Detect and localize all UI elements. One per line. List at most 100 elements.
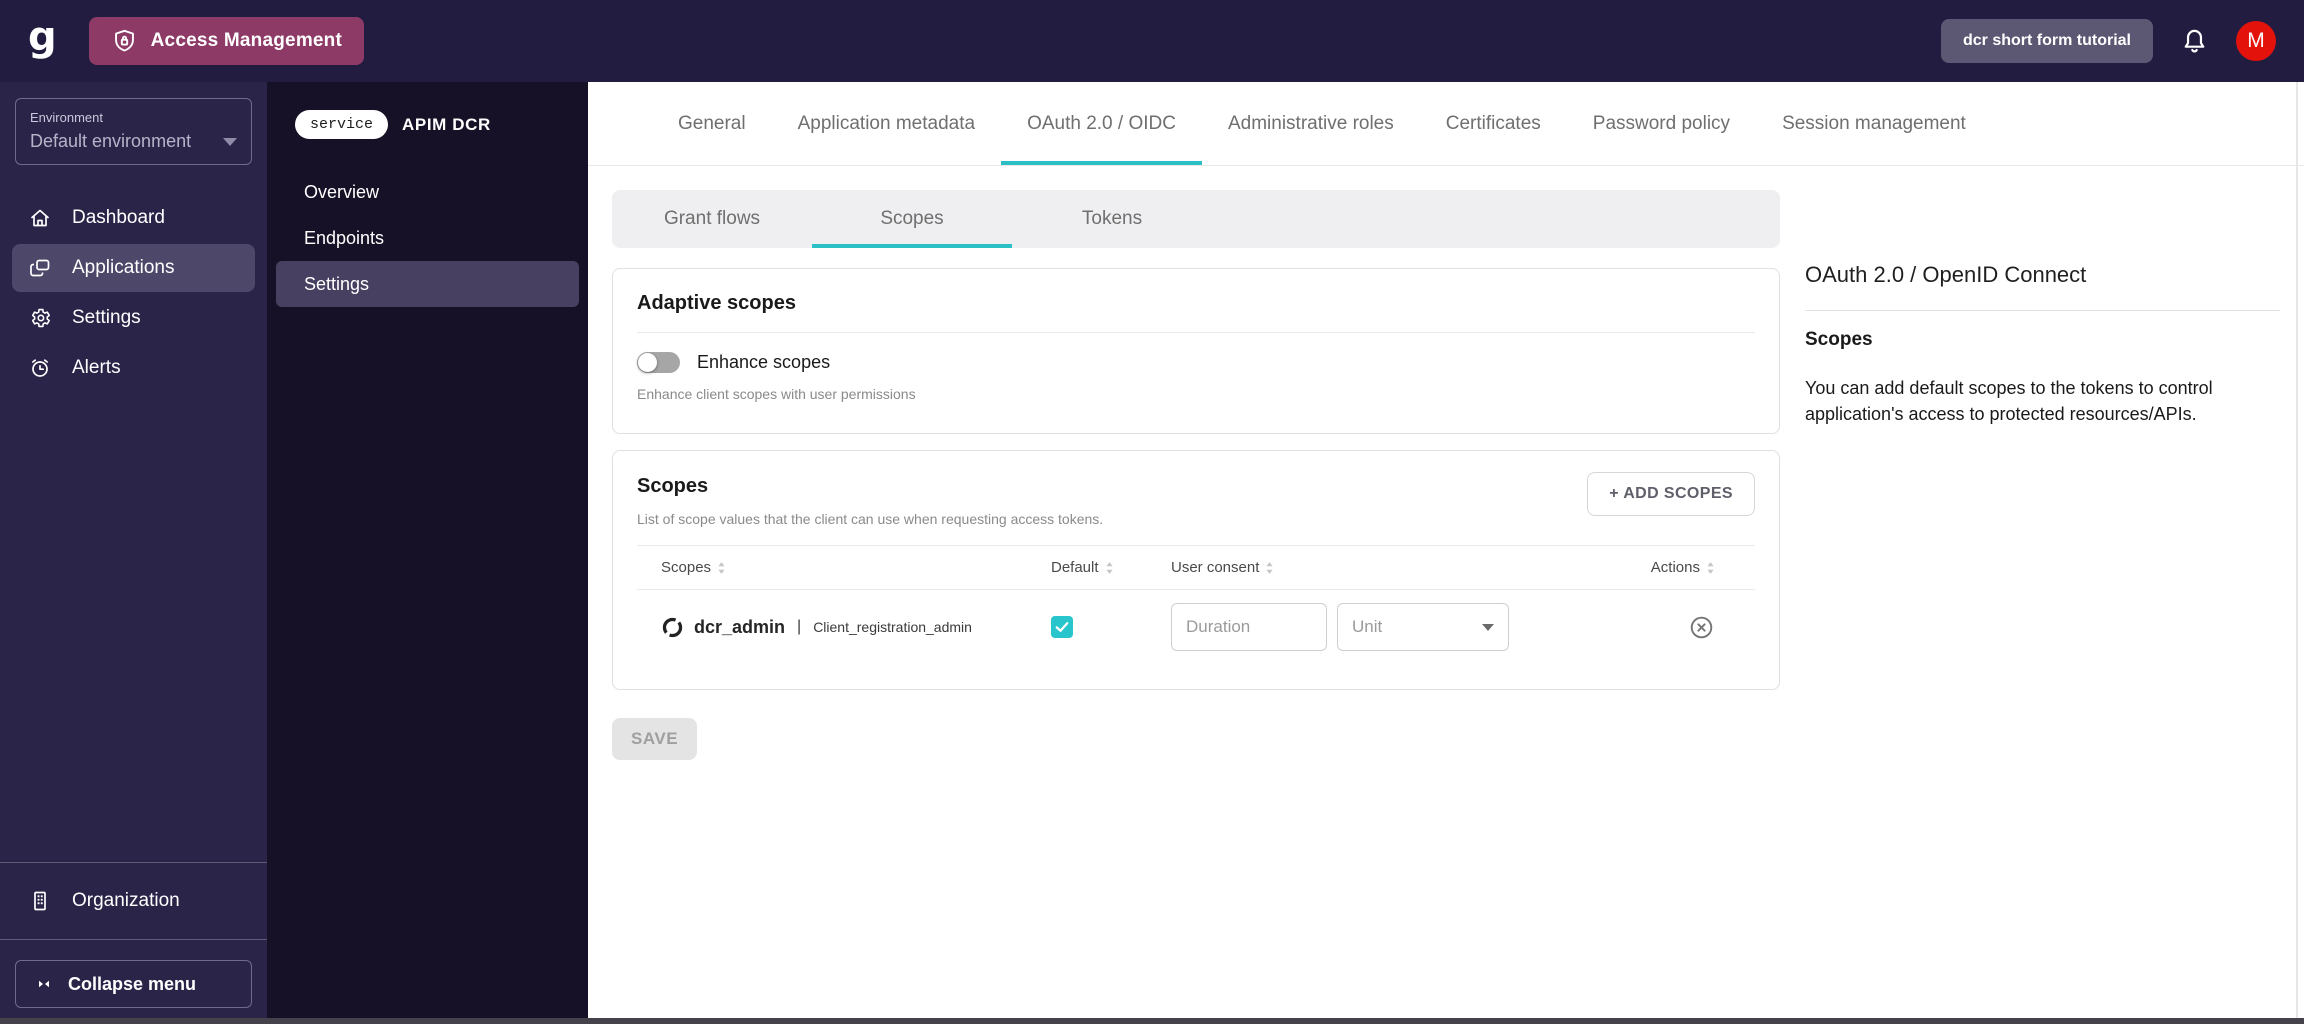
organization-context-button[interactable]: dcr short form tutorial bbox=[1940, 19, 2153, 63]
tab-certificates[interactable]: Certificates bbox=[1420, 82, 1567, 165]
subtab-grant-flows[interactable]: Grant flows bbox=[612, 190, 812, 248]
adaptive-scopes-title: Adaptive scopes bbox=[637, 292, 796, 314]
main-content: General Application metadata OAuth 2.0 /… bbox=[588, 82, 2304, 1024]
column-header-default[interactable]: Default bbox=[1027, 559, 1147, 576]
scope-description: Client_registration_admin bbox=[813, 619, 972, 635]
toggle-knob bbox=[638, 353, 657, 372]
scope-table-row: dcr_admin | Client_registration_admin Du… bbox=[637, 590, 1755, 664]
collapse-icon bbox=[36, 976, 52, 992]
sort-icon bbox=[1706, 561, 1715, 575]
oauth-subtabs: Grant flows Scopes Tokens bbox=[612, 190, 1780, 248]
tab-session-management[interactable]: Session management bbox=[1756, 82, 1992, 165]
sidebar-item-dashboard[interactable]: Dashboard bbox=[12, 194, 255, 242]
tab-general[interactable]: General bbox=[652, 82, 772, 165]
column-header-label: Default bbox=[1051, 559, 1099, 576]
notifications-bell-icon[interactable] bbox=[2179, 26, 2210, 57]
sidebar-item-label: Applications bbox=[72, 257, 175, 278]
home-icon bbox=[28, 206, 52, 230]
gear-icon bbox=[28, 306, 52, 330]
add-scopes-button[interactable]: + ADD SCOPES bbox=[1587, 472, 1755, 516]
column-header-actions[interactable]: Actions bbox=[1597, 559, 1755, 576]
tab-administrative-roles[interactable]: Administrative roles bbox=[1202, 82, 1420, 165]
adaptive-scopes-card: Adaptive scopes Enhance scopes Enhance c… bbox=[612, 268, 1780, 434]
access-management-app: g Access Management dcr short form tutor… bbox=[0, 0, 2304, 1024]
appnav-item-settings[interactable]: Settings bbox=[276, 261, 579, 307]
help-panel-heading: Scopes bbox=[1805, 329, 1873, 350]
collapse-menu-label: Collapse menu bbox=[68, 973, 197, 994]
sort-icon bbox=[717, 561, 726, 575]
chevron-down-icon bbox=[223, 137, 237, 146]
subtab-tokens[interactable]: Tokens bbox=[1012, 190, 1212, 248]
help-panel: OAuth 2.0 / OpenID Connect Scopes You ca… bbox=[1805, 262, 2280, 427]
scope-separator: | bbox=[797, 618, 802, 635]
bottom-page-edge bbox=[0, 1018, 2304, 1024]
scopes-table: Scopes Default User consent Actions dcr_… bbox=[637, 546, 1755, 664]
save-button[interactable]: SAVE bbox=[612, 718, 698, 760]
enhance-scopes-toggle[interactable] bbox=[637, 352, 680, 373]
applications-icon bbox=[28, 256, 52, 280]
help-panel-body: You can add default scopes to the tokens… bbox=[1805, 378, 2213, 425]
default-cell bbox=[1027, 616, 1147, 638]
tab-application-metadata[interactable]: Application metadata bbox=[772, 82, 1001, 165]
settings-tabs: General Application metadata OAuth 2.0 /… bbox=[588, 82, 2304, 166]
appnav-item-endpoints[interactable]: Endpoints bbox=[276, 215, 579, 261]
right-edge-divider bbox=[2296, 82, 2298, 1018]
unit-select-value: Unit bbox=[1352, 617, 1383, 636]
column-header-label: Actions bbox=[1650, 559, 1700, 576]
appnav-item-overview[interactable]: Overview bbox=[276, 169, 579, 215]
shield-lock-icon bbox=[111, 28, 138, 55]
application-header: service APIM DCR bbox=[267, 110, 588, 139]
sidebar-divider bbox=[0, 862, 267, 863]
gravitee-logo[interactable]: g bbox=[28, 17, 57, 57]
application-type-chip: service bbox=[295, 110, 389, 139]
duration-input[interactable] bbox=[1171, 603, 1327, 651]
column-header-scopes[interactable]: Scopes bbox=[637, 559, 1027, 576]
building-icon bbox=[28, 889, 52, 913]
scopes-title: Scopes bbox=[637, 475, 709, 497]
unit-select[interactable]: Unit bbox=[1337, 603, 1509, 651]
adaptive-scopes-description: Enhance client scopes with user permissi… bbox=[637, 386, 916, 402]
scopes-card: Scopes List of scope values that the cli… bbox=[612, 450, 1780, 690]
column-header-label: Scopes bbox=[661, 559, 712, 576]
environment-selector[interactable]: Environment Default environment bbox=[15, 98, 252, 165]
scope-name: dcr_admin bbox=[694, 616, 786, 637]
topbar-right: dcr short form tutorial M bbox=[1940, 19, 2276, 63]
sort-icon bbox=[1265, 561, 1274, 575]
primary-sidebar: Environment Default environment Dashboar… bbox=[0, 82, 267, 1024]
scope-cell: dcr_admin | Client_registration_admin bbox=[637, 616, 1027, 639]
tab-oauth-oidc[interactable]: OAuth 2.0 / OIDC bbox=[1001, 82, 1202, 165]
scopes-description: List of scope values that the client can… bbox=[637, 511, 1104, 527]
sidebar-item-label: Settings bbox=[72, 307, 141, 328]
default-checkbox[interactable] bbox=[1051, 616, 1073, 638]
sidebar-item-applications[interactable]: Applications bbox=[12, 244, 255, 292]
application-name: APIM DCR bbox=[402, 114, 491, 134]
product-badge-label: Access Management bbox=[150, 30, 343, 51]
subtab-scopes[interactable]: Scopes bbox=[812, 190, 1012, 248]
actions-cell bbox=[1597, 614, 1755, 641]
application-sidebar: service APIM DCR Overview Endpoints Sett… bbox=[267, 82, 588, 1024]
sidebar-item-label: Organization bbox=[72, 890, 180, 911]
sidebar-item-label: Alerts bbox=[72, 357, 121, 378]
alarm-clock-icon bbox=[28, 356, 52, 380]
environment-label: Environment bbox=[30, 110, 103, 125]
sidebar-item-settings[interactable]: Settings bbox=[12, 294, 255, 342]
sidebar-item-organization[interactable]: Organization bbox=[12, 877, 255, 925]
enhance-scopes-label: Enhance scopes bbox=[697, 352, 831, 372]
sidebar-divider bbox=[0, 939, 267, 940]
column-header-user-consent[interactable]: User consent bbox=[1147, 559, 1597, 576]
chevron-down-icon bbox=[1482, 623, 1494, 631]
product-switcher-button[interactable]: Access Management bbox=[88, 17, 365, 65]
user-avatar[interactable]: M bbox=[2236, 21, 2276, 61]
scope-circle-icon bbox=[661, 616, 684, 639]
collapse-menu-button[interactable]: Collapse menu bbox=[15, 960, 252, 1008]
user-consent-cell: Unit bbox=[1147, 603, 1597, 651]
environment-value: Default environment bbox=[30, 131, 192, 151]
column-header-label: User consent bbox=[1171, 559, 1260, 576]
sidebar-item-alerts[interactable]: Alerts bbox=[12, 344, 255, 392]
sidebar-item-label: Dashboard bbox=[72, 207, 165, 228]
remove-scope-icon[interactable] bbox=[1688, 614, 1715, 641]
scopes-table-header: Scopes Default User consent Actions bbox=[637, 546, 1755, 590]
top-bar: g Access Management dcr short form tutor… bbox=[0, 0, 2304, 82]
tab-password-policy[interactable]: Password policy bbox=[1567, 82, 1756, 165]
